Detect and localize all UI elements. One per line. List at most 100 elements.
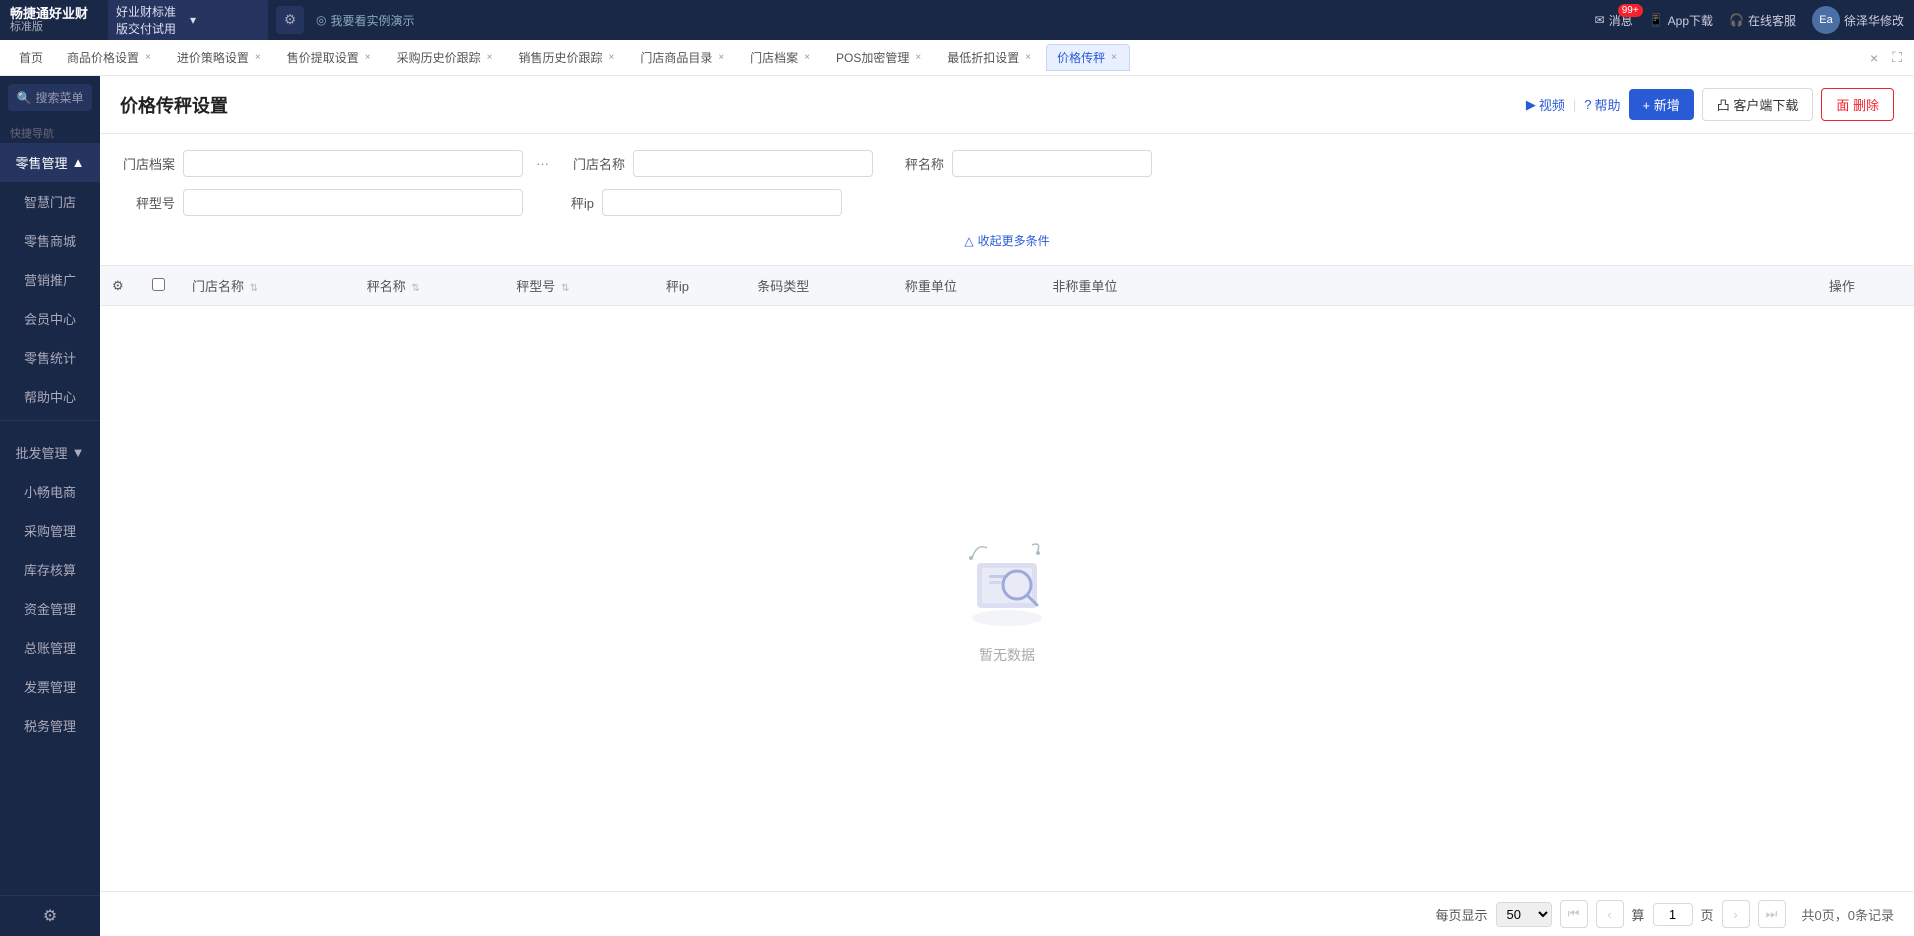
tab-price-scale-label: 价格传秤 bbox=[1057, 49, 1105, 66]
search-menu-button[interactable]: 🔍 搜索菜单 bbox=[8, 84, 92, 111]
store-file-input[interactable] bbox=[183, 150, 523, 177]
chevron-down-icon: ▾ bbox=[190, 13, 260, 27]
sidebar-item-inventory[interactable]: 库存核算 bbox=[0, 550, 100, 589]
th-store-name-label: 门店名称 bbox=[192, 279, 244, 294]
sidebar-retail-mall-label: 零售商城 bbox=[24, 234, 76, 249]
th-store-name[interactable]: 门店名称 ⇅ bbox=[180, 266, 355, 306]
tab-purchase-history-close[interactable]: × bbox=[485, 52, 495, 63]
tab-selling-price[interactable]: 售价提取设置 × bbox=[276, 44, 384, 71]
tab-sales-history[interactable]: 销售历史价跟踪 × bbox=[507, 44, 627, 71]
app-download-btn[interactable]: 📱 App下载 bbox=[1649, 12, 1713, 29]
logo-sub-text: 标准版 bbox=[10, 21, 100, 34]
th-checkbox[interactable] bbox=[140, 266, 180, 306]
chevron-icon: ▲ bbox=[72, 155, 85, 170]
tab-pos-management[interactable]: POS加密管理 × bbox=[825, 44, 934, 71]
next-page-button[interactable]: › bbox=[1722, 900, 1750, 928]
sidebar-item-retail-mgmt[interactable]: 零售管理 ▲ bbox=[0, 143, 100, 182]
sidebar-retail-stats-label: 零售统计 bbox=[24, 351, 76, 366]
tab-purchase-history[interactable]: 采购历史价跟踪 × bbox=[386, 44, 506, 71]
messages-btn[interactable]: ✉ 消息 99+ bbox=[1595, 12, 1633, 29]
video-link[interactable]: ▶ 视频 bbox=[1526, 95, 1565, 114]
store-file-ellipsis[interactable]: ··· bbox=[531, 151, 554, 176]
scale-ip-input[interactable] bbox=[602, 189, 842, 216]
tab-purchase-strategy[interactable]: 进价策略设置 × bbox=[166, 44, 274, 71]
sidebar-item-member-center[interactable]: 会员中心 bbox=[0, 299, 100, 338]
online-service-btn[interactable]: 🎧 在线客服 bbox=[1729, 12, 1796, 29]
sidebar-item-finance-mgmt[interactable]: 资金管理 bbox=[0, 589, 100, 628]
sidebar-item-general-ledger[interactable]: 总账管理 bbox=[0, 628, 100, 667]
sidebar-gear-icon[interactable]: ⚙ bbox=[43, 908, 57, 925]
sidebar-marketing-label: 营销推广 bbox=[24, 273, 76, 288]
tab-store-file-close[interactable]: × bbox=[802, 52, 812, 63]
per-page-select[interactable]: 10 20 50 100 bbox=[1496, 902, 1552, 927]
sort-arrows-scale-name: ⇅ bbox=[411, 283, 419, 294]
tab-selling-price-close[interactable]: × bbox=[363, 52, 373, 63]
sidebar-item-retail-stats[interactable]: 零售统计 bbox=[0, 338, 100, 377]
page-input[interactable] bbox=[1653, 903, 1693, 926]
tab-commodity-price-close[interactable]: × bbox=[143, 52, 153, 63]
sidebar-item-wholesale-mgmt[interactable]: 批发管理 ▼ bbox=[0, 433, 100, 472]
delete-button[interactable]: 面 删除 bbox=[1821, 88, 1894, 121]
tab-store-catalog[interactable]: 门店商品目录 × bbox=[629, 44, 737, 71]
scale-model-input[interactable] bbox=[183, 189, 523, 216]
sidebar-item-smart-store[interactable]: 智慧门店 bbox=[0, 182, 100, 221]
sidebar-item-tax-mgmt[interactable]: 税务管理 bbox=[0, 706, 100, 745]
avatar-text: Ea bbox=[1819, 14, 1832, 26]
first-page-button[interactable]: ⏮ bbox=[1560, 900, 1588, 928]
tab-close-all-btn[interactable]: × bbox=[1866, 48, 1882, 68]
search-icon: 🔍 bbox=[17, 91, 32, 105]
version-selector[interactable]: 好业财标准版交付试用 ▾ bbox=[108, 0, 268, 41]
tab-expand-btn[interactable]: ⛶ bbox=[1888, 47, 1906, 68]
tab-home[interactable]: 首页 bbox=[8, 44, 54, 71]
headset-icon: 🎧 bbox=[1729, 13, 1744, 27]
tab-commodity-price[interactable]: 商品价格设置 × bbox=[56, 44, 164, 71]
sidebar-wholesale-mgmt-label: 批发管理 bbox=[16, 443, 68, 462]
user-info[interactable]: Ea 徐泽华修改 bbox=[1812, 6, 1904, 34]
select-all-checkbox[interactable] bbox=[152, 278, 165, 291]
store-name-input[interactable] bbox=[633, 150, 873, 177]
table-settings-icon[interactable]: ⚙ bbox=[112, 278, 124, 293]
prev-page-button[interactable]: ‹ bbox=[1596, 900, 1624, 928]
scale-name-input[interactable] bbox=[952, 150, 1152, 177]
help-link[interactable]: ? 帮助 bbox=[1584, 95, 1620, 114]
tab-pos-management-label: POS加密管理 bbox=[836, 49, 909, 66]
th-scale-name[interactable]: 秤名称 ⇅ bbox=[355, 266, 505, 306]
add-button[interactable]: + 新增 bbox=[1629, 89, 1694, 120]
tab-price-scale[interactable]: 价格传秤 × bbox=[1046, 44, 1130, 71]
tab-price-scale-close[interactable]: × bbox=[1109, 52, 1119, 63]
sidebar-item-invoice-mgmt[interactable]: 发票管理 bbox=[0, 667, 100, 706]
sidebar-item-help-center[interactable]: 帮助中心 bbox=[0, 377, 100, 416]
th-non-weight-unit: 非称重单位 bbox=[1040, 266, 1816, 306]
filter-area: 门店档案 ··· 门店名称 秤名称 秤型号 bbox=[100, 134, 1914, 266]
store-name-label: 门店名称 bbox=[570, 154, 625, 173]
store-file-label: 门店档案 bbox=[120, 154, 175, 173]
tab-selling-price-label: 售价提取设置 bbox=[287, 49, 359, 66]
demo-button[interactable]: ◎ 我要看实例演示 bbox=[316, 12, 415, 29]
tab-min-discount-close[interactable]: × bbox=[1023, 52, 1033, 63]
sidebar-item-xiaochang-ecom[interactable]: 小畅电商 bbox=[0, 472, 100, 511]
table-header-row: ⚙ 门店名称 ⇅ 秤名称 ⇅ bbox=[100, 266, 1914, 306]
chevron-down-icon: ▼ bbox=[72, 445, 85, 460]
tab-pos-management-close[interactable]: × bbox=[913, 52, 923, 63]
th-settings[interactable]: ⚙ bbox=[100, 266, 140, 306]
collapse-label: 收起更多条件 bbox=[978, 232, 1050, 249]
tab-store-file[interactable]: 门店档案 × bbox=[739, 44, 823, 71]
tab-purchase-strategy-close[interactable]: × bbox=[253, 52, 263, 63]
tab-sales-history-close[interactable]: × bbox=[606, 52, 616, 63]
th-actions-label: 操作 bbox=[1829, 279, 1855, 294]
th-non-weight-unit-label: 非称重单位 bbox=[1052, 279, 1117, 294]
sidebar-item-purchase-mgmt[interactable]: 采购管理 bbox=[0, 511, 100, 550]
th-scale-model[interactable]: 秤型号 ⇅ bbox=[504, 266, 654, 306]
main-layout: 🔍 搜索菜单 快捷导航 零售管理 ▲ 智慧门店 零售商城 营销推广 会员中心 零… bbox=[0, 76, 1914, 936]
tab-store-catalog-close[interactable]: × bbox=[716, 52, 726, 63]
sidebar-item-marketing[interactable]: 营销推广 bbox=[0, 260, 100, 299]
tab-min-discount[interactable]: 最低折扣设置 × bbox=[936, 44, 1044, 71]
sidebar-item-retail-mall[interactable]: 零售商城 bbox=[0, 221, 100, 260]
settings-button[interactable]: ⚙ bbox=[276, 6, 304, 34]
demo-label: 我要看实例演示 bbox=[330, 12, 414, 29]
last-page-button[interactable]: ⏭ bbox=[1758, 900, 1786, 928]
gear-icon: ⚙ bbox=[284, 12, 296, 28]
download-button[interactable]: 凸 客户端下载 bbox=[1702, 88, 1814, 121]
collapse-button[interactable]: △ 收起更多条件 bbox=[120, 228, 1894, 257]
scale-model-label: 秤型号 bbox=[120, 193, 175, 212]
